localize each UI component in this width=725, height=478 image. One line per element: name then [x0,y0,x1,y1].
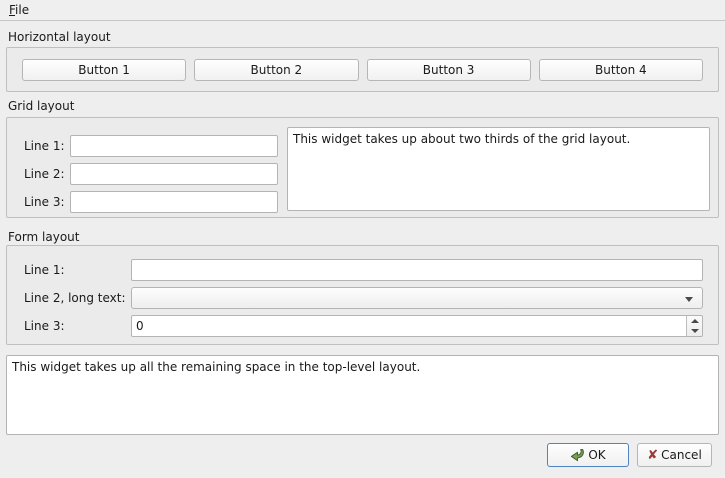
form-line2-label: Line 2, long text: [24,291,126,305]
ok-button-label: OK [588,448,606,462]
form-line2-combobox[interactable] [131,287,703,309]
form-line3-label: Line 3: [24,319,65,333]
menubar: File [0,0,725,21]
spin-down-icon[interactable] [687,326,702,336]
form-line1-label: Line 1: [24,263,65,277]
cancel-button[interactable]: ✘ Cancel [637,443,712,467]
chevron-down-icon [685,297,693,302]
spin-up-icon[interactable] [687,316,702,326]
menu-file-rest: ile [15,3,30,17]
ok-green-arrow-icon [571,448,585,461]
form-line1-input[interactable] [131,259,703,281]
grid-line1-label: Line 1: [24,139,65,153]
cancel-x-icon: ✘ [647,447,659,463]
bottom-textedit[interactable]: This widget takes up all the remaining s… [6,355,719,435]
button-3[interactable]: Button 3 [366,59,531,81]
spinbox-buttons [686,316,702,336]
horizontal-button-row: Button 1 Button 2 Button 3 Button 4 [22,59,703,81]
grid-line2-input[interactable] [70,163,278,185]
button-1[interactable]: Button 1 [22,59,187,81]
form-line3-spinbox[interactable] [131,315,703,337]
grid-line3-label: Line 3: [24,195,65,209]
cancel-button-label: Cancel [661,448,702,462]
menu-file[interactable]: File [0,1,38,19]
horizontal-layout-title: Horizontal layout [8,30,111,44]
button-4[interactable]: Button 4 [538,59,703,81]
basic-layouts-dialog: { "menu": { "file": { "mnemonic": "F", "… [0,0,725,478]
button-2[interactable]: Button 2 [194,59,359,81]
grid-line2-label: Line 2: [24,167,65,181]
form-layout-title: Form layout [8,230,80,244]
ok-button[interactable]: OK [547,443,629,467]
grid-layout-title: Grid layout [8,99,75,113]
grid-textedit[interactable]: This widget takes up about two thirds of… [287,127,710,211]
spinbox-input[interactable] [131,315,703,337]
grid-line3-input[interactable] [70,191,278,213]
grid-line1-input[interactable] [70,135,278,157]
